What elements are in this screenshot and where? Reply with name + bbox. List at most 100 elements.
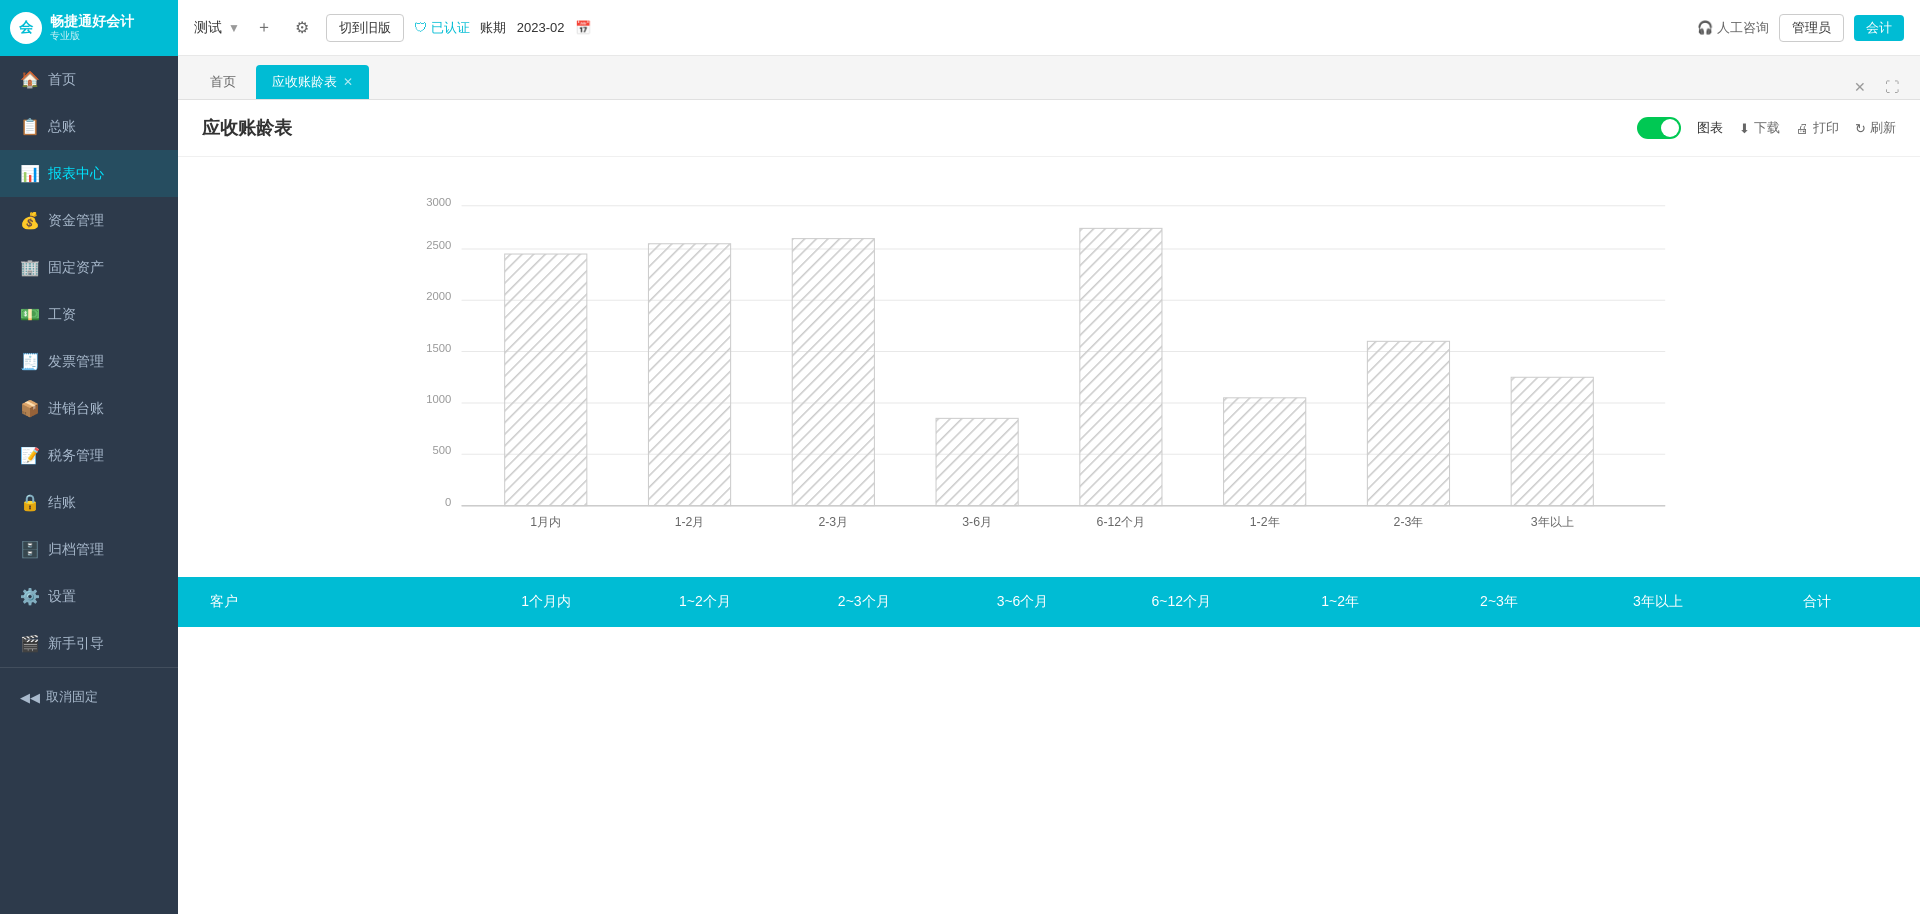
tab-close-icon[interactable]: ✕ xyxy=(343,75,353,89)
sidebar-item-label-guide: 新手引导 xyxy=(48,635,104,653)
tab-aging-label: 应收账龄表 xyxy=(272,73,337,91)
sidebar-item-label-reports: 报表中心 xyxy=(48,165,104,183)
print-icon: 🖨 xyxy=(1796,121,1809,136)
page-title: 应收账龄表 xyxy=(202,116,292,140)
download-button[interactable]: ⬇ 下载 xyxy=(1739,119,1780,137)
bar-2-3月 xyxy=(792,239,874,506)
closing-icon: 🔒 xyxy=(20,493,38,512)
sidebar-item-label-invoices: 发票管理 xyxy=(48,353,104,371)
page-header: 应收账龄表 图表 ⬇ 下载 🖨 打印 ↻ xyxy=(178,100,1920,157)
print-button[interactable]: 🖨 打印 xyxy=(1796,119,1839,137)
guide-icon: 🎬 xyxy=(20,634,38,653)
chart-toggle[interactable] xyxy=(1637,117,1681,139)
tab-home-label: 首页 xyxy=(210,73,236,91)
sidebar-item-wages[interactable]: 💵 工资 xyxy=(0,291,178,338)
sidebar-item-invoices[interactable]: 🧾 发票管理 xyxy=(0,338,178,385)
table-col-9: 合计 xyxy=(1737,577,1896,627)
sidebar-item-label-assets: 固定资产 xyxy=(48,259,104,277)
refresh-button[interactable]: ↻ 刷新 xyxy=(1855,119,1896,137)
bar-1月内 xyxy=(505,254,587,506)
bar-3-6月 xyxy=(936,418,1018,505)
sidebar-item-ledger[interactable]: 📋 总账 xyxy=(0,103,178,150)
assets-icon: 🏢 xyxy=(20,258,38,277)
tabs-bar: 首页 应收账龄表 ✕ ✕ ⛶ xyxy=(178,56,1920,100)
svg-text:2500: 2500 xyxy=(426,239,451,251)
sidebar-item-label-ledger: 总账 xyxy=(48,118,76,136)
sidebar-item-inventory[interactable]: 📦 进销台账 xyxy=(0,385,178,432)
table-col-3: 2~3个月 xyxy=(784,577,943,627)
page-actions: 图表 ⬇ 下载 🖨 打印 ↻ 刷新 xyxy=(1637,117,1896,139)
sidebar-item-label-archive: 归档管理 xyxy=(48,541,104,559)
consult-label: 人工咨询 xyxy=(1717,19,1769,37)
tax-icon: 📝 xyxy=(20,446,38,465)
ledger-icon: 📋 xyxy=(20,117,38,136)
pin-icon: ◀◀ xyxy=(20,690,40,705)
sidebar-item-home[interactable]: 🏠 首页 xyxy=(0,56,178,103)
sidebar-item-archive[interactable]: 🗄️ 归档管理 xyxy=(0,526,178,573)
sidebar-item-funds[interactable]: 💰 资金管理 xyxy=(0,197,178,244)
sidebar-item-tax[interactable]: 📝 税务管理 xyxy=(0,432,178,479)
svg-text:6-12个月: 6-12个月 xyxy=(1097,515,1146,529)
tab-aging[interactable]: 应收账龄表 ✕ xyxy=(256,65,369,99)
wages-icon: 💵 xyxy=(20,305,38,324)
bar-3年以上 xyxy=(1511,377,1593,505)
calendar-icon[interactable]: 📅 xyxy=(575,20,591,35)
page-container: 应收账龄表 图表 ⬇ 下载 🖨 打印 ↻ xyxy=(178,100,1920,914)
svg-text:1月内: 1月内 xyxy=(530,515,561,529)
close-panel-button[interactable]: ✕ xyxy=(1848,75,1872,99)
pin-label: 取消固定 xyxy=(46,688,98,706)
bar-1-2年 xyxy=(1224,398,1306,506)
consult-button[interactable]: 🎧 人工咨询 xyxy=(1697,19,1769,37)
sidebar-logo: 会 畅捷通好会计 专业版 xyxy=(0,0,178,56)
period-value: 2023-02 xyxy=(517,20,565,35)
admin-button[interactable]: 管理员 xyxy=(1779,14,1844,42)
app-name: 畅捷通好会计 xyxy=(50,13,134,30)
accountant-button[interactable]: 会计 xyxy=(1854,15,1904,41)
table-header: 客户1个月内1~2个月2~3个月3~6个月6~12个月1~2年2~3年3年以上合… xyxy=(178,577,1920,627)
pin-sidebar-button[interactable]: ◀◀ 取消固定 xyxy=(0,678,178,716)
sidebar-item-label-inventory: 进销台账 xyxy=(48,400,104,418)
shield-icon: 🛡 xyxy=(414,20,427,35)
sidebar-item-label-wages: 工资 xyxy=(48,306,76,324)
project-name: 测试 xyxy=(194,19,222,37)
svg-text:2000: 2000 xyxy=(426,290,451,302)
svg-text:1-2年: 1-2年 xyxy=(1250,515,1280,529)
svg-text:3000: 3000 xyxy=(426,196,451,208)
sidebar-item-settings[interactable]: ⚙️ 设置 xyxy=(0,573,178,620)
add-project-button[interactable]: ＋ xyxy=(250,14,278,42)
inventory-icon: 📦 xyxy=(20,399,38,418)
project-selector[interactable]: 测试 ▼ xyxy=(194,19,240,37)
chart-toggle-label: 图表 xyxy=(1697,119,1723,137)
print-label: 打印 xyxy=(1813,119,1839,137)
svg-text:3-6月: 3-6月 xyxy=(962,515,992,529)
sidebar-item-reports[interactable]: 📊 报表中心 xyxy=(0,150,178,197)
table-col-6: 1~2年 xyxy=(1261,577,1420,627)
settings-icon[interactable]: ⚙ xyxy=(288,14,316,42)
sidebar-item-closing[interactable]: 🔒 结账 xyxy=(0,479,178,526)
sidebar-item-label-tax: 税务管理 xyxy=(48,447,104,465)
bar-chart: 0 500 1000 1500 2000 2500 3000 xyxy=(202,177,1896,557)
table-col-5: 6~12个月 xyxy=(1102,577,1261,627)
app-logo-icon: 会 xyxy=(10,12,42,44)
sidebar-item-guide[interactable]: 🎬 新手引导 xyxy=(0,620,178,667)
page-inner: 应收账龄表 图表 ⬇ 下载 🖨 打印 ↻ xyxy=(178,100,1920,914)
switch-version-button[interactable]: 切到旧版 xyxy=(326,14,404,42)
period-display: 账期 2023-02 📅 xyxy=(480,19,591,37)
refresh-icon: ↻ xyxy=(1855,121,1866,136)
svg-text:500: 500 xyxy=(432,444,451,456)
funds-icon: 💰 xyxy=(20,211,38,230)
sidebar-nav: 🏠 首页 📋 总账 📊 报表中心 💰 资金管理 🏢 固定资产 💵 工资 🧾 发票… xyxy=(0,56,178,914)
table-col-0: 客户 xyxy=(202,577,467,627)
archive-icon: 🗄️ xyxy=(20,540,38,559)
app-edition: 专业版 xyxy=(50,29,134,43)
download-label: 下载 xyxy=(1754,119,1780,137)
svg-text:1-2月: 1-2月 xyxy=(675,515,705,529)
tab-home[interactable]: 首页 xyxy=(194,65,252,99)
table-col-1: 1个月内 xyxy=(467,577,626,627)
sidebar-item-assets[interactable]: 🏢 固定资产 xyxy=(0,244,178,291)
verified-badge: 🛡 已认证 xyxy=(414,19,470,37)
main-area: 测试 ▼ ＋ ⚙ 切到旧版 🛡 已认证 账期 2023-02 📅 🎧 人工咨询 … xyxy=(178,0,1920,914)
chart-area: 0 500 1000 1500 2000 2500 3000 xyxy=(178,157,1920,577)
invoices-icon: 🧾 xyxy=(20,352,38,371)
expand-panel-button[interactable]: ⛶ xyxy=(1880,75,1904,99)
